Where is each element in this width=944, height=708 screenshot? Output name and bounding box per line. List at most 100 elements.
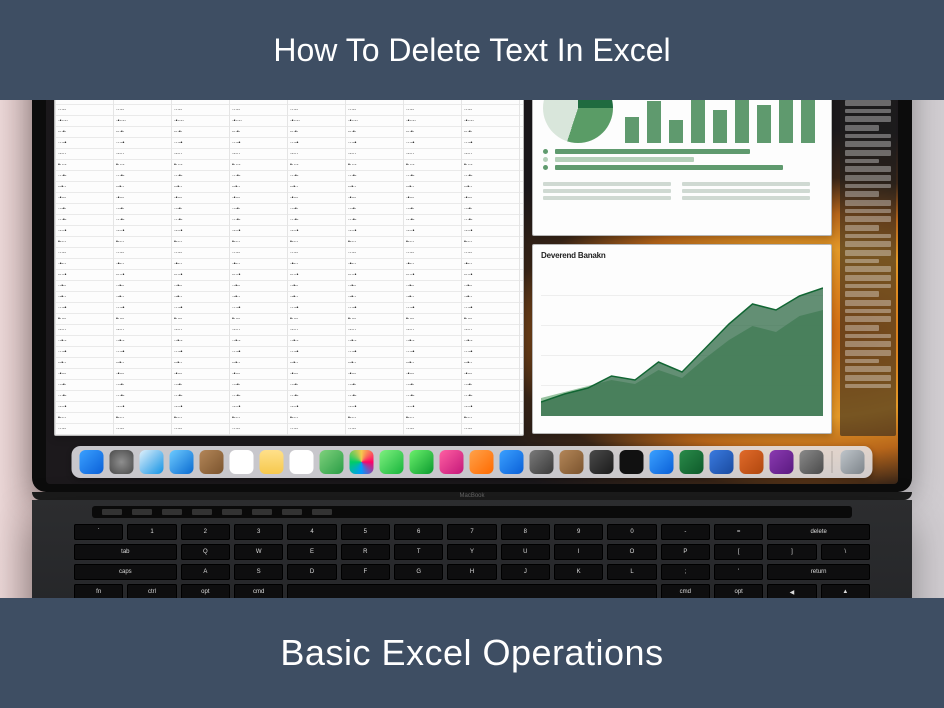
key: G [394,564,443,580]
touch-bar [92,506,852,518]
dock-app-reminders[interactable] [290,450,314,474]
dock-app-maps[interactable] [320,450,344,474]
dock-app-launchpad[interactable] [110,450,134,474]
dock-app-systemprefs[interactable] [800,450,824,474]
laptop: FileEditViewInsertFormatDataToolsWindowH… [32,100,912,598]
bar [757,105,771,144]
laptop-screen: FileEditViewInsertFormatDataToolsWindowH… [46,100,898,484]
dock-app-finder[interactable] [80,450,104,474]
key: 2 [181,524,230,540]
key: Q [181,544,230,560]
dock-app-facetime[interactable] [410,450,434,474]
bar [801,100,815,143]
key: E [287,544,336,560]
key: 3 [234,524,283,540]
area-chart-title: Deverend Banakn [541,251,823,260]
dock-app-word[interactable] [710,450,734,474]
bar [647,101,661,143]
dock-app-dictionary[interactable] [560,450,584,474]
key: J [501,564,550,580]
spreadsheet-column: ·•··-····-· ··•·-· ·-·•··· ···-· ·•··-· … [171,100,229,435]
keyboard: `1234567890-=deletetabQWERTYUIOP[]\capsA… [74,524,870,598]
key: 4 [287,524,336,540]
bottom-banner: Basic Excel Operations [0,598,944,708]
laptop-deck: `1234567890-=deletetabQWERTYUIOP[]\capsA… [32,500,912,598]
dock-app-safari[interactable] [140,450,164,474]
bottom-banner-title: Basic Excel Operations [280,632,663,674]
dock-app-notes[interactable] [260,450,284,474]
key: caps [74,564,177,580]
bar-chart [625,100,821,143]
bar [713,110,727,143]
top-banner-title: How To Delete Text In Excel [273,32,670,69]
key: 0 [607,524,656,540]
dock-app-trash[interactable] [841,450,865,474]
dock-app-messages[interactable] [380,450,404,474]
spreadsheet-column: ·•··-····-· ··•·-· ·-·•··· ···-· ·•··-· … [345,100,403,435]
spreadsheet-column: ·•··-····-· ··•·-· ·-·•··· ···-· ·•··-· … [287,100,345,435]
pie-chart [543,100,613,143]
key: W [234,544,283,560]
key: 6 [394,524,443,540]
key: F [341,564,390,580]
key: 7 [447,524,496,540]
hero-scene: FileEditViewInsertFormatDataToolsWindowH… [0,100,944,598]
laptop-hinge: MacBook [32,492,912,500]
key: ] [767,544,816,560]
key: T [394,544,443,560]
key: 5 [341,524,390,540]
key: 1 [127,524,176,540]
dock-app-appstore[interactable] [500,450,524,474]
dock-app-mail[interactable] [170,450,194,474]
laptop-screen-bezel: FileEditViewInsertFormatDataToolsWindowH… [32,100,912,492]
key: K [554,564,603,580]
key: tab [74,544,177,560]
dock-app-onenote[interactable] [770,450,794,474]
key: D [287,564,336,580]
spreadsheet-column: ·•··-····-· ··•·-· ·-·•··· ···-· ·•··-· … [55,100,113,435]
key: [ [714,544,763,560]
key: delete [767,524,870,540]
dock-app-terminal[interactable] [620,450,644,474]
key: - [661,524,710,540]
spreadsheet-column: ·•··-····-· ··•·-· ·-·•··· ···-· ·•··-· … [403,100,461,435]
spreadsheet-column: ·•··-····-· ··•·-· ·-·•··· ···-· ·•··-· … [461,100,519,435]
dock-app-calendar[interactable] [230,450,254,474]
dock-app-excel[interactable] [680,450,704,474]
dock-app-contacts[interactable] [200,450,224,474]
key: R [341,544,390,560]
key: ; [661,564,710,580]
spreadsheet-window: FileEditViewInsertFormatDataToolsWindowH… [54,100,524,436]
macos-dock [72,446,873,478]
dock-app-powerpoint[interactable] [740,450,764,474]
spreadsheet-column: ·•··-····-· ··•·-· ·-·•··· ···-· ·•··-· … [229,100,287,435]
key: U [501,544,550,560]
key: I [554,544,603,560]
spreadsheet-grid: ·•··-····-· ··•·-· ·-·•··· ···-· ·•··-· … [55,100,523,435]
key: return [767,564,870,580]
dashboard-text-lines [543,178,821,204]
inspector-panel [840,100,896,436]
top-banner: How To Delete Text In Excel [0,0,944,100]
key: = [714,524,763,540]
bar [669,120,683,143]
bar [735,100,749,143]
key: 9 [554,524,603,540]
key: P [661,544,710,560]
dock-app-itunes[interactable] [440,450,464,474]
key: L [607,564,656,580]
dashboard-window [532,100,832,236]
key: H [447,564,496,580]
key: 8 [501,524,550,540]
dock-app-quicktime[interactable] [590,450,614,474]
key: \ [821,544,870,560]
bar [691,100,705,143]
bar [625,117,639,143]
dock-app-ibooks[interactable] [470,450,494,474]
dock-app-photos[interactable] [350,450,374,474]
dock-app-xcode[interactable] [650,450,674,474]
area-chart [541,266,823,416]
bar [779,100,793,143]
key: ' [714,564,763,580]
dock-app-preview[interactable] [530,450,554,474]
